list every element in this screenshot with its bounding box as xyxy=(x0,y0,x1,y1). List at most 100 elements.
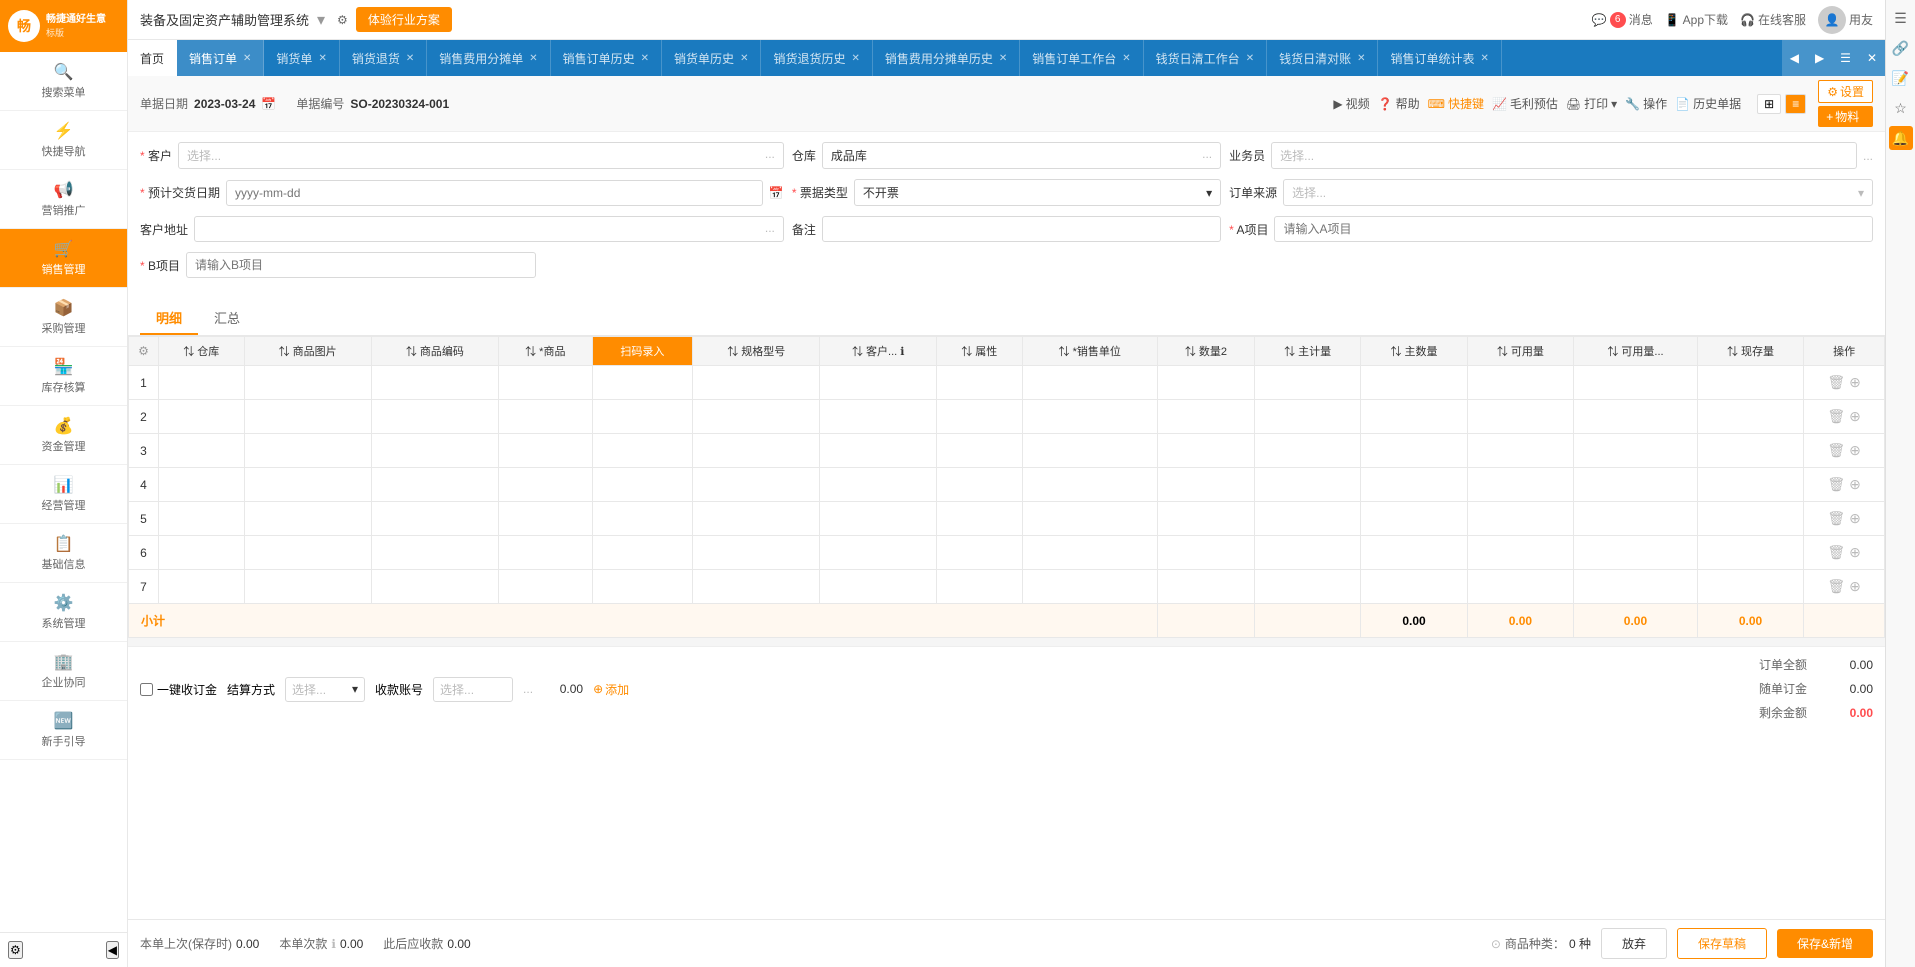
sidebar-item-sales[interactable]: 🛒销售管理 xyxy=(0,229,127,288)
row-customer-code-5[interactable] xyxy=(820,502,937,536)
sidebar-item-search[interactable]: 🔍搜索菜单 xyxy=(0,52,127,111)
user-avatar[interactable]: 👤 用友 xyxy=(1818,6,1873,34)
discard-btn[interactable]: 放弃 xyxy=(1601,928,1667,959)
sidebar-item-finance[interactable]: 💰资金管理 xyxy=(0,406,127,465)
row-main-qty-7[interactable] xyxy=(1361,570,1467,604)
row-product-1[interactable] xyxy=(498,366,592,400)
th-sales-unit[interactable]: ⇅ *销售单位 xyxy=(1022,337,1157,366)
th-customer-code[interactable]: ⇅ 客户... ℹ xyxy=(820,337,937,366)
date-calendar-icon[interactable]: 📅 xyxy=(261,97,276,111)
warehouse-input[interactable]: 成品库 ... xyxy=(822,142,1221,169)
row-customer-code-1[interactable] xyxy=(820,366,937,400)
row-sku-1[interactable] xyxy=(371,366,498,400)
sidebar-settings-btn[interactable]: ⚙ xyxy=(8,941,23,959)
row-attr-2[interactable] xyxy=(937,400,1023,434)
row-product-6[interactable] xyxy=(498,536,592,570)
row-available2-5[interactable] xyxy=(1574,502,1698,536)
row-attr-7[interactable] xyxy=(937,570,1023,604)
row-main-qty-2[interactable] xyxy=(1361,400,1467,434)
tab-close-x-sales-stats[interactable]: ✕ xyxy=(1481,53,1489,64)
tab-close-x-cash-daily[interactable]: ✕ xyxy=(1246,53,1254,64)
sidebar-collapse-btn[interactable]: ◀ xyxy=(106,941,119,959)
tab-sales-return[interactable]: 销货退货✕ xyxy=(340,40,427,76)
row-available-3[interactable] xyxy=(1467,434,1573,468)
row-sku-3[interactable] xyxy=(371,434,498,468)
one-click-cb-input[interactable] xyxy=(140,683,153,696)
row-sales-unit-6[interactable] xyxy=(1022,536,1157,570)
row-sku-5[interactable] xyxy=(371,502,498,536)
row-main-qty-1[interactable] xyxy=(1361,366,1467,400)
row-qty2-2[interactable] xyxy=(1157,400,1254,434)
row-main-unit-4[interactable] xyxy=(1254,468,1360,502)
th-spec[interactable]: ⇅ 规格型号 xyxy=(693,337,820,366)
tab-home[interactable]: 首页 xyxy=(128,40,177,76)
row-spec-7[interactable] xyxy=(693,570,820,604)
customer-ellipsis[interactable]: ... xyxy=(765,147,775,161)
right-icon-3[interactable]: 📝 xyxy=(1889,66,1913,90)
row-spec-3[interactable] xyxy=(693,434,820,468)
delivery-calendar-icon[interactable]: 📅 xyxy=(769,186,784,200)
row-spec-4[interactable] xyxy=(693,468,820,502)
row-current-stock-7[interactable] xyxy=(1697,570,1803,604)
staff-input[interactable]: 选择... xyxy=(1271,142,1857,169)
right-icon-4[interactable]: ☆ xyxy=(1889,96,1913,120)
settings-top-btn[interactable]: ⚙ 设置 xyxy=(1818,80,1873,103)
th-sku[interactable]: ⇅ 商品编码 xyxy=(371,337,498,366)
row-available-1[interactable] xyxy=(1467,366,1573,400)
right-icon-2[interactable]: 🔗 xyxy=(1889,36,1913,60)
row-customer-code-3[interactable] xyxy=(820,434,937,468)
tab-close-x-sales-return-hist[interactable]: ✕ xyxy=(851,53,859,64)
solution-btn[interactable]: 体验行业方案 xyxy=(356,7,452,32)
appdown-btn[interactable]: 📱 App下载 xyxy=(1665,11,1728,28)
row-warehouse-3[interactable] xyxy=(159,434,245,468)
row-available2-4[interactable] xyxy=(1574,468,1698,502)
row-qty2-3[interactable] xyxy=(1157,434,1254,468)
th-settings[interactable]: ⚙ xyxy=(129,337,159,366)
row-customer-code-7[interactable] xyxy=(820,570,937,604)
tab-prev-btn[interactable]: ◀ xyxy=(1782,40,1807,76)
tab-close-x-sales-return[interactable]: ✕ xyxy=(406,53,414,64)
print-dropdown-icon[interactable]: ▾ xyxy=(1611,97,1617,111)
horizontal-scrollbar[interactable] xyxy=(128,638,1885,646)
row-attr-3[interactable] xyxy=(937,434,1023,468)
tab-close-x-sales-expense[interactable]: ✕ xyxy=(529,53,537,64)
row-copy-icon-2[interactable]: ⊕ xyxy=(1849,408,1861,425)
th-main-qty[interactable]: ⇅ 主数量 xyxy=(1361,337,1467,366)
row-available2-1[interactable] xyxy=(1574,366,1698,400)
tab-close-x-sales-bill-hist[interactable]: ✕ xyxy=(740,53,748,64)
tab-close-x-cash-reconcile[interactable]: ✕ xyxy=(1357,53,1365,64)
row-warehouse-5[interactable] xyxy=(159,502,245,536)
row-copy-icon-7[interactable]: ⊕ xyxy=(1849,578,1861,595)
layout-grid-btn[interactable]: ⊞ xyxy=(1757,94,1781,114)
row-available-7[interactable] xyxy=(1467,570,1573,604)
row-main-unit-2[interactable] xyxy=(1254,400,1360,434)
row-attr-1[interactable] xyxy=(937,366,1023,400)
th-current-stock[interactable]: ⇅ 现存量 xyxy=(1697,337,1803,366)
row-attr-4[interactable] xyxy=(937,468,1023,502)
row-copy-icon-3[interactable]: ⊕ xyxy=(1849,442,1861,459)
table-settings-btn[interactable]: ⚙ xyxy=(138,344,149,358)
row-current-stock-2[interactable] xyxy=(1697,400,1803,434)
row-main-qty-4[interactable] xyxy=(1361,468,1467,502)
account-select[interactable]: 选择... xyxy=(433,677,513,702)
help-btn[interactable]: ❓ 帮助 xyxy=(1378,95,1420,112)
row-sales-unit-1[interactable] xyxy=(1022,366,1157,400)
sidebar-item-system[interactable]: ⚙️系统管理 xyxy=(0,583,127,642)
row-sku-6[interactable] xyxy=(371,536,498,570)
th-main-unit[interactable]: ⇅ 主计量 xyxy=(1254,337,1360,366)
row-qty2-4[interactable] xyxy=(1157,468,1254,502)
row-sku-2[interactable] xyxy=(371,400,498,434)
tab-close-x-sales-workbench[interactable]: ✕ xyxy=(1122,53,1130,64)
row-attr-5[interactable] xyxy=(937,502,1023,536)
tab-sales-stats[interactable]: 销售订单统计表✕ xyxy=(1378,40,1501,76)
subtab-summary[interactable]: 汇总 xyxy=(198,302,256,335)
row-available2-3[interactable] xyxy=(1574,434,1698,468)
print-btn[interactable]: 🖨 打印 ▾ xyxy=(1566,95,1617,112)
row-delete-icon-7[interactable]: 🗑 xyxy=(1827,578,1845,595)
th-image[interactable]: ⇅ 商品图片 xyxy=(244,337,371,366)
row-sales-unit-4[interactable] xyxy=(1022,468,1157,502)
row-delete-icon-1[interactable]: 🗑 xyxy=(1827,374,1845,391)
ticket-select[interactable]: 不开票 ▾ xyxy=(854,179,1221,206)
row-product-2[interactable] xyxy=(498,400,592,434)
sidebar-item-marketing[interactable]: 📢营销推广 xyxy=(0,170,127,229)
